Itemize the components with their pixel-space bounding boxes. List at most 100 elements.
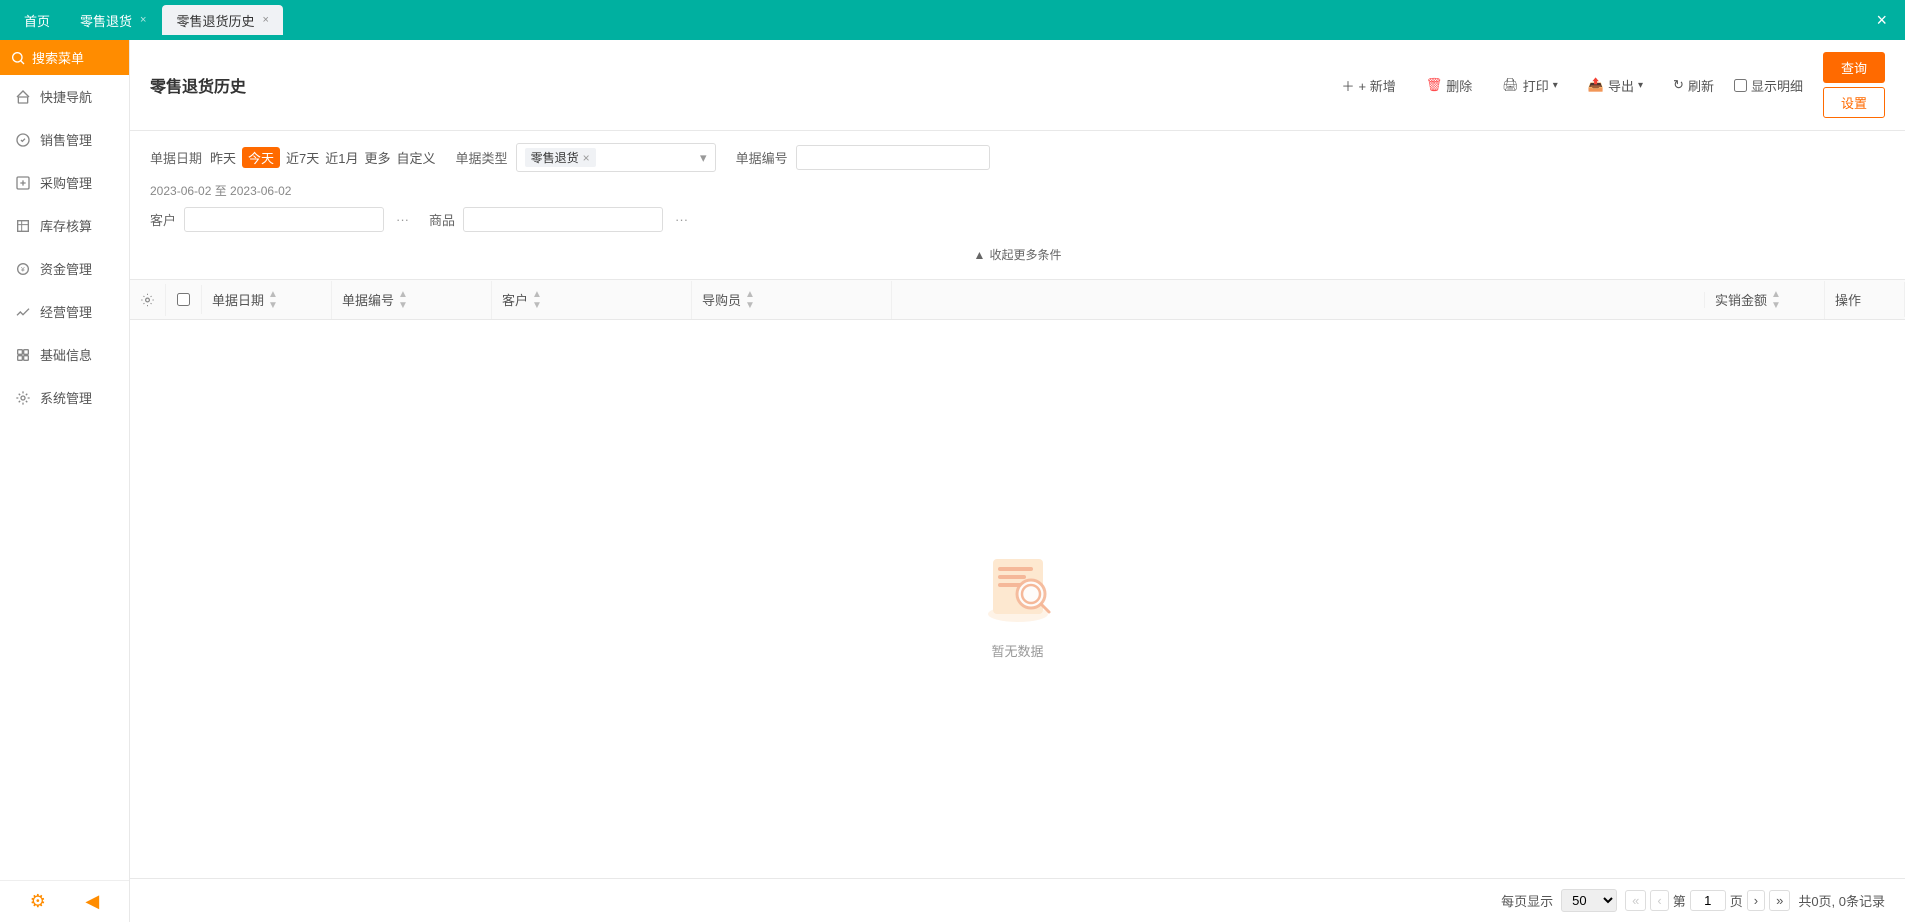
last-page-button[interactable]: » — [1769, 890, 1790, 911]
sidebar-item-operations-mgmt[interactable]: 经营管理 — [0, 290, 129, 333]
th-date-label: 单据日期 — [212, 290, 264, 309]
sidebar-item-basic-info[interactable]: 基础信息 — [0, 333, 129, 376]
sidebar-search[interactable]: 搜索菜单 — [0, 40, 129, 75]
customer-dots-icon: ··· — [396, 212, 409, 227]
settings-button[interactable]: ⚙ — [30, 891, 46, 912]
window-close-button[interactable]: × — [1868, 10, 1895, 30]
th-guide-label: 导购员 — [702, 290, 741, 309]
tab-retail-return-label: 零售退货 — [80, 11, 132, 30]
doc-no-filter: 单据编号 — [736, 145, 990, 170]
doc-no-input[interactable] — [796, 145, 990, 170]
sidebar-item-fund-mgmt[interactable]: ¥ 资金管理 — [0, 247, 129, 290]
display-detail-checkbox[interactable] — [1734, 79, 1747, 92]
tab-retail-return-history-close[interactable]: × — [262, 14, 268, 26]
date-opt-custom[interactable]: 自定义 — [397, 148, 436, 167]
th-amount[interactable]: 实销金额 ▲▼ — [1705, 281, 1825, 319]
goods-input[interactable] — [463, 207, 663, 232]
th-spacer — [892, 292, 1705, 308]
operations-icon — [14, 303, 32, 321]
export-button[interactable]: 📤 导出 ▾ — [1578, 71, 1653, 100]
th-customer-label: 客户 — [502, 290, 528, 309]
prev-page-button[interactable]: ‹ — [1650, 890, 1668, 911]
th-guide-sort-icon: ▲▼ — [745, 289, 755, 311]
sidebar-item-sales-mgmt-label: 销售管理 — [40, 130, 92, 149]
print-arrow-icon: ▾ — [1553, 80, 1558, 91]
th-doc-no-sort-icon: ▲▼ — [398, 289, 408, 311]
doc-type-arrow-icon: ▾ — [700, 150, 707, 166]
customer-input[interactable] — [184, 207, 384, 232]
next-page-button[interactable]: › — [1747, 890, 1765, 911]
th-doc-no[interactable]: 单据编号 ▲▼ — [332, 281, 492, 319]
sidebar-item-sales-mgmt[interactable]: 销售管理 — [0, 118, 129, 161]
basic-info-icon — [14, 346, 32, 364]
refresh-button[interactable]: ↻ 刷新 — [1663, 71, 1724, 100]
date-opt-today[interactable]: 今天 — [242, 147, 280, 168]
per-page-label: 每页显示 — [1501, 891, 1553, 910]
th-guide[interactable]: 导购员 ▲▼ — [692, 281, 892, 319]
fund-icon: ¥ — [14, 260, 32, 278]
select-all-checkbox[interactable] — [177, 293, 190, 306]
export-icon: 📤 — [1588, 77, 1604, 93]
doc-type-tag-close[interactable]: × — [583, 151, 590, 165]
date-opt-yesterday[interactable]: 昨天 — [210, 148, 236, 167]
sidebar-item-quick-nav[interactable]: 快捷导航 — [0, 75, 129, 118]
th-date[interactable]: 单据日期 ▲▼ — [202, 281, 332, 319]
print-button[interactable]: 🖨 打印 ▾ — [1492, 71, 1568, 100]
display-detail-checkbox-label[interactable]: 显示明细 — [1734, 76, 1803, 95]
per-page-select[interactable]: 10 20 50 100 — [1561, 889, 1617, 912]
page-number-input[interactable] — [1690, 890, 1726, 911]
page-nav: « ‹ 第 页 › » — [1625, 890, 1790, 911]
th-customer-sort-icon: ▲▼ — [532, 289, 542, 311]
tab-home[interactable]: 首页 — [10, 5, 64, 35]
date-opt-more[interactable]: 更多 — [365, 148, 391, 167]
tab-retail-return-history[interactable]: 零售退货历史 × — [162, 5, 282, 35]
sidebar-item-system-mgmt[interactable]: 系统管理 — [0, 376, 129, 419]
first-page-button[interactable]: « — [1625, 890, 1646, 911]
doc-type-filter-label: 单据类型 — [456, 148, 508, 167]
header-actions: ＋ + 新增 🗑 删除 🖨 打印 ▾ 📤 导出 ▾ — [1331, 52, 1885, 118]
sidebar-item-basic-info-label: 基础信息 — [40, 345, 92, 364]
tab-retail-return[interactable]: 零售退货 × — [66, 5, 160, 35]
doc-type-filter: 单据类型 零售退货 × ▾ — [456, 143, 716, 172]
query-button[interactable]: 查询 — [1823, 52, 1885, 83]
sidebar-bottom: ⚙ ◀ — [0, 880, 129, 922]
page-summary: 共0页, 0条记录 — [1798, 891, 1885, 910]
collapse-label: 收起更多条件 — [989, 246, 1061, 263]
tab-home-label: 首页 — [24, 11, 50, 30]
inventory-icon — [14, 217, 32, 235]
main-layout: 搜索菜单 快捷导航 销售管理 采购管理 库存核算 — [0, 40, 1905, 922]
th-customer[interactable]: 客户 ▲▼ — [492, 281, 692, 319]
collapse-up-icon: ▲ — [974, 248, 986, 262]
refresh-icon: ↻ — [1673, 77, 1684, 93]
content-area: 零售退货历史 ＋ + 新增 🗑 删除 🖨 打印 ▾ 📤 导出 — [130, 40, 1905, 922]
filter-row-1: 单据日期 昨天 今天 近7天 近1月 更多 自定义 单据类型 — [150, 143, 1885, 172]
customer-filter-label: 客户 — [150, 210, 176, 229]
sidebar-search-label: 搜索菜单 — [32, 48, 84, 67]
date-filter: 单据日期 昨天 今天 近7天 近1月 更多 自定义 — [150, 147, 436, 168]
gear-icon — [140, 292, 155, 308]
page-label: 第 — [1673, 891, 1686, 910]
filter-row-2: 客户 ··· 商品 ··· — [150, 207, 1885, 232]
sidebar-item-inventory-calc-label: 库存核算 — [40, 216, 92, 235]
collapse-filter-bar[interactable]: ▲ 收起更多条件 — [150, 242, 1885, 267]
sidebar-item-fund-mgmt-label: 资金管理 — [40, 259, 92, 278]
pagination: 每页显示 10 20 50 100 « ‹ 第 页 › » 共0页, 0条记录 — [130, 878, 1905, 922]
empty-state: 暂无数据 — [130, 320, 1905, 878]
new-button[interactable]: ＋ + 新增 — [1331, 71, 1405, 100]
customer-filter: 客户 ··· — [150, 207, 409, 232]
sidebar-item-purchase-mgmt[interactable]: 采购管理 — [0, 161, 129, 204]
delete-button[interactable]: 🗑 删除 — [1416, 71, 1483, 100]
setting-button[interactable]: 设置 — [1823, 87, 1885, 118]
th-gear[interactable] — [130, 284, 166, 316]
th-check[interactable] — [166, 285, 202, 314]
purchase-icon — [14, 174, 32, 192]
collapse-sidebar-button[interactable]: ◀ — [85, 891, 99, 912]
doc-type-select[interactable]: 零售退货 × ▾ — [516, 143, 716, 172]
sales-icon — [14, 131, 32, 149]
date-opt-1month[interactable]: 近1月 — [325, 148, 358, 167]
tab-retail-return-close[interactable]: × — [140, 14, 146, 26]
sidebar-item-inventory-calc[interactable]: 库存核算 — [0, 204, 129, 247]
empty-state-icon — [973, 539, 1063, 629]
svg-text:¥: ¥ — [21, 266, 25, 273]
date-opt-7days[interactable]: 近7天 — [286, 148, 319, 167]
